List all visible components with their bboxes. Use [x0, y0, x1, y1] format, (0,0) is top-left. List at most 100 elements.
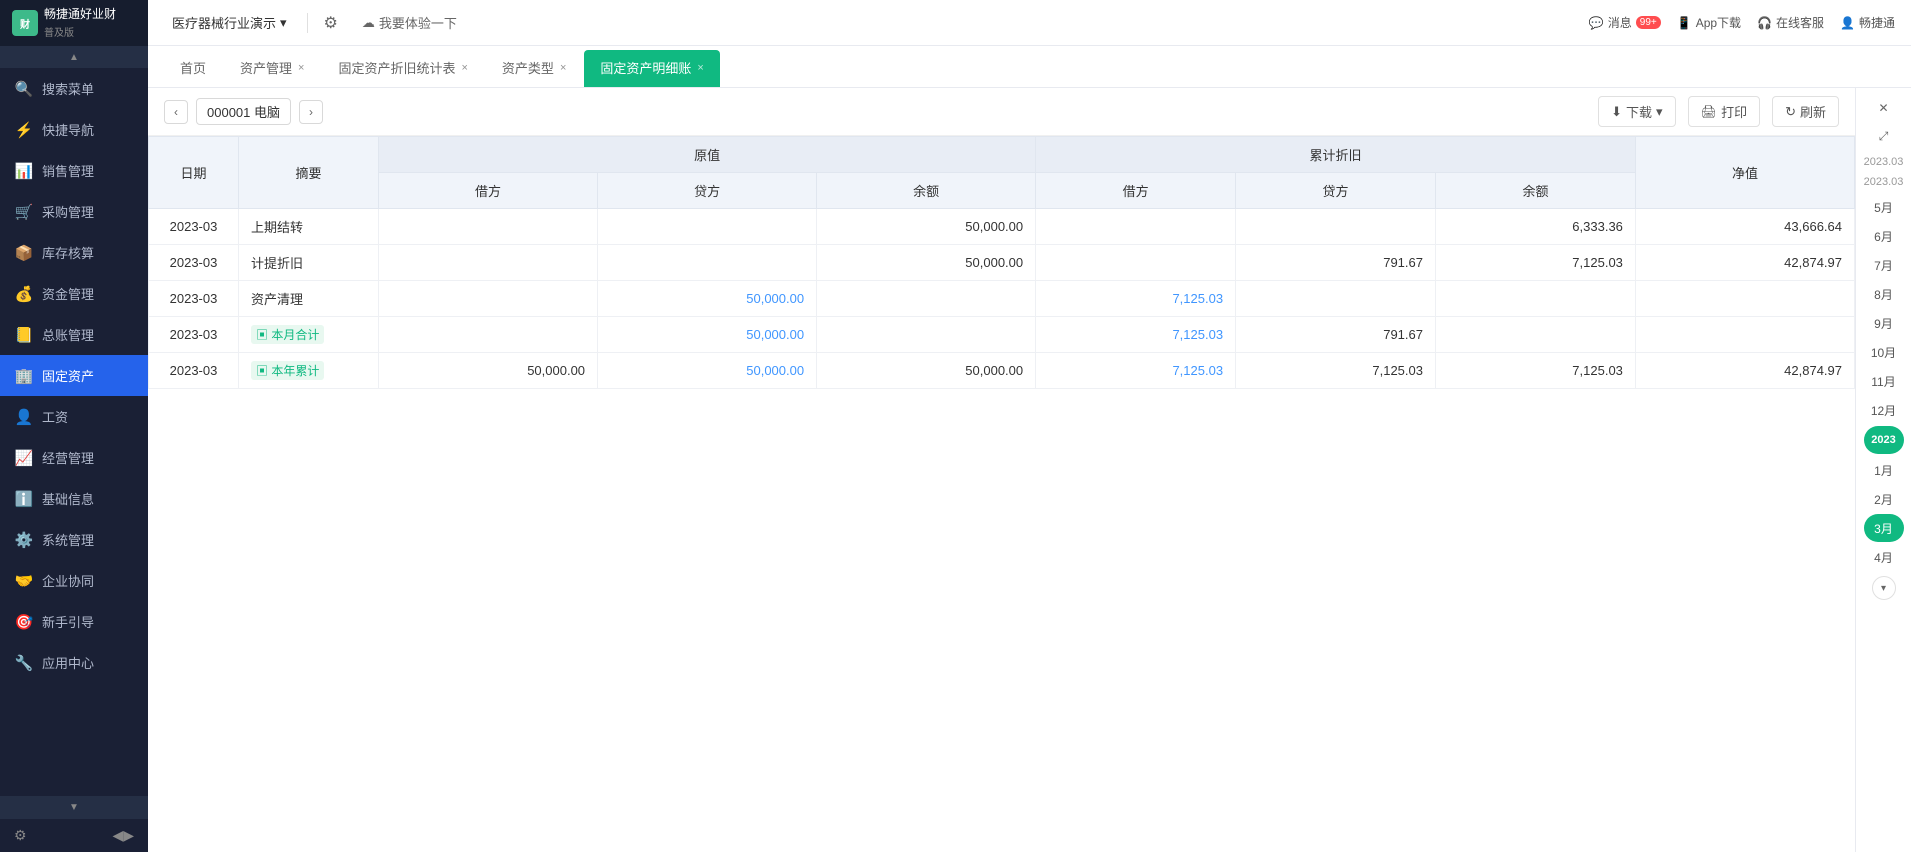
timeline-year-2023[interactable]: 2023 [1864, 426, 1904, 454]
message-btn[interactable]: 💬 消息 99+ [1589, 14, 1661, 31]
asset-nav: ‹ 000001 电脑 › [164, 98, 323, 125]
timeline-expand-btn[interactable]: ⤢ [1872, 124, 1896, 148]
nav-prev-btn[interactable]: ‹ [164, 100, 188, 124]
tab-close-icon[interactable]: × [560, 62, 566, 74]
experience-btn[interactable]: ☁ 我要体验一下 [354, 9, 465, 36]
sidebar-item-payroll[interactable]: 👤 工资 [0, 396, 148, 437]
timeline-month[interactable]: 10月 [1864, 338, 1904, 366]
sidebar-item-label: 快捷导航 [42, 120, 94, 139]
summary-badge: ▣ 本年累计 [251, 361, 324, 380]
td-orig-balance: 50,000.00 [817, 209, 1036, 245]
th-orig-credit: 贷方 [598, 173, 817, 209]
tab-close-icon[interactable]: × [697, 62, 703, 74]
td-date: 2023-03 [149, 209, 239, 245]
sidebar-item-inventory[interactable]: 📦 库存核算 [0, 232, 148, 273]
sidebar-item-appcenter[interactable]: 🔧 应用中心 [0, 642, 148, 683]
app-version: 普及版 [44, 24, 116, 39]
appcenter-icon: 🔧 [14, 654, 34, 672]
sidebar-item-basicinfo[interactable]: ℹ️ 基础信息 [0, 478, 148, 519]
timeline-month[interactable]: 4月 [1864, 543, 1904, 571]
tab-label: 资产管理 [240, 58, 292, 77]
timeline-close-btn[interactable]: ✕ [1872, 96, 1896, 120]
table-row: 2023-03 ▣ 本年累计 50,000.00 50,000.00 50,00… [149, 353, 1855, 389]
guide-icon: 🎯 [14, 613, 34, 631]
customer-service-btn[interactable]: 🎧 在线客服 [1757, 14, 1824, 31]
timeline-year-label-2: 2023.03 [1856, 172, 1911, 192]
timeline-month[interactable]: 1月 [1864, 456, 1904, 484]
tab-asset-type[interactable]: 资产类型 × [486, 50, 582, 87]
company-selector[interactable]: 医疗器械行业演示 ▾ [164, 9, 295, 36]
td-dep-balance: 7,125.03 [1435, 353, 1635, 389]
timeline-month[interactable]: 11月 [1864, 367, 1904, 395]
sidebar-scroll-up[interactable]: ▲ [0, 46, 148, 68]
refresh-btn[interactable]: ↻ 刷新 [1772, 96, 1839, 127]
tab-asset-detail[interactable]: 固定资产明细账 × [584, 50, 719, 87]
td-orig-balance: 50,000.00 [817, 245, 1036, 281]
sidebar-item-label: 销售管理 [42, 161, 94, 180]
sidebar-item-ledger[interactable]: 📒 总账管理 [0, 314, 148, 355]
sidebar-item-system[interactable]: ⚙️ 系统管理 [0, 519, 148, 560]
operations-icon: 📈 [14, 449, 34, 467]
timeline-month[interactable]: 2月 [1864, 485, 1904, 513]
sidebar-item-search[interactable]: 🔍 搜索菜单 [0, 68, 148, 109]
gear-icon[interactable]: ⚙ [320, 9, 342, 37]
ledger-icon: 📒 [14, 326, 34, 344]
td-summary: ▣ 本月合计 [239, 317, 379, 353]
sidebar: 财 畅捷通好业财 普及版 ▲ 🔍 搜索菜单 ⚡ 快捷导航 📊 销售管理 🛒 采购… [0, 0, 148, 852]
download-btn[interactable]: ⬇ 下载 ▾ [1598, 96, 1675, 127]
asset-detail-table-wrapper: 日期 摘要 原值 累计折旧 净值 借方 贷方 余额 借方 贷方 余额 [148, 136, 1855, 852]
timeline-month[interactable]: 3月 [1864, 514, 1904, 542]
td-orig-balance [817, 281, 1036, 317]
service-icon: 🎧 [1757, 16, 1772, 30]
sidebar-item-guide[interactable]: 🎯 新手引导 [0, 601, 148, 642]
sidebar-item-purchase[interactable]: 🛒 采购管理 [0, 191, 148, 232]
timeline-month[interactable]: 7月 [1864, 251, 1904, 279]
sidebar-scroll-down[interactable]: ▼ [0, 796, 148, 818]
purchase-icon: 🛒 [14, 203, 34, 221]
td-orig-credit: 50,000.00 [598, 281, 817, 317]
sidebar-item-finance[interactable]: 💰 资金管理 [0, 273, 148, 314]
tab-home[interactable]: 首页 [164, 50, 222, 87]
tab-depreciation-stats[interactable]: 固定资产折旧统计表 × [322, 50, 483, 87]
tab-close-icon[interactable]: × [461, 62, 467, 74]
timeline-down-arrow[interactable]: ▾ [1872, 576, 1896, 600]
inventory-icon: 📦 [14, 244, 34, 262]
app-download-btn[interactable]: 📱 App下载 [1677, 14, 1741, 31]
td-orig-balance [817, 317, 1036, 353]
sidebar-item-operations[interactable]: 📈 经营管理 [0, 437, 148, 478]
td-net-value: 42,874.97 [1635, 353, 1854, 389]
timeline-month[interactable]: 8月 [1864, 280, 1904, 308]
table-row: 2023-03 资产清理 50,000.00 7,125.03 [149, 281, 1855, 317]
table-row: 2023-03 ▣ 本月合计 50,000.00 7,125.03 791.67 [149, 317, 1855, 353]
timeline-month[interactable]: 12月 [1864, 396, 1904, 424]
td-dep-credit [1236, 209, 1436, 245]
print-btn[interactable]: 🖨 打印 [1688, 96, 1761, 127]
tab-asset-mgmt[interactable]: 资产管理 × [224, 50, 320, 87]
th-orig-debit: 借方 [379, 173, 598, 209]
download-icon: ⬇ [1611, 104, 1622, 120]
td-dep-balance: 6,333.36 [1435, 209, 1635, 245]
td-net-value: 42,874.97 [1635, 245, 1854, 281]
user-btn[interactable]: 👤 畅捷通 [1840, 14, 1895, 31]
asset-code-tag: 000001 电脑 [196, 98, 291, 125]
nav-next-btn[interactable]: › [299, 100, 323, 124]
th-dep-balance: 余额 [1435, 173, 1635, 209]
sidebar-item-sales[interactable]: 📊 销售管理 [0, 150, 148, 191]
timeline-month[interactable]: 5月 [1864, 193, 1904, 221]
sidebar-item-label: 系统管理 [42, 530, 94, 549]
tab-close-icon[interactable]: × [298, 62, 304, 74]
main-content: 医疗器械行业演示 ▾ ⚙ ☁ 我要体验一下 💬 消息 99+ 📱 App下载 🎧… [148, 0, 1911, 852]
message-badge: 99+ [1636, 16, 1661, 29]
service-label: 在线客服 [1776, 14, 1824, 31]
td-orig-debit [379, 281, 598, 317]
settings-icon[interactable]: ⚙ [14, 827, 27, 844]
logo-icon: 财 [12, 10, 38, 36]
timeline-month[interactable]: 9月 [1864, 309, 1904, 337]
timeline-month[interactable]: 6月 [1864, 222, 1904, 250]
sidebar-item-collaboration[interactable]: 🤝 企业协同 [0, 560, 148, 601]
th-date: 日期 [149, 137, 239, 209]
collapse-icon[interactable]: ◀▶ [112, 827, 134, 844]
sidebar-item-label: 企业协同 [42, 571, 94, 590]
sidebar-item-fixedassets[interactable]: 🏢 固定资产 [0, 355, 148, 396]
sidebar-item-quicknav[interactable]: ⚡ 快捷导航 [0, 109, 148, 150]
